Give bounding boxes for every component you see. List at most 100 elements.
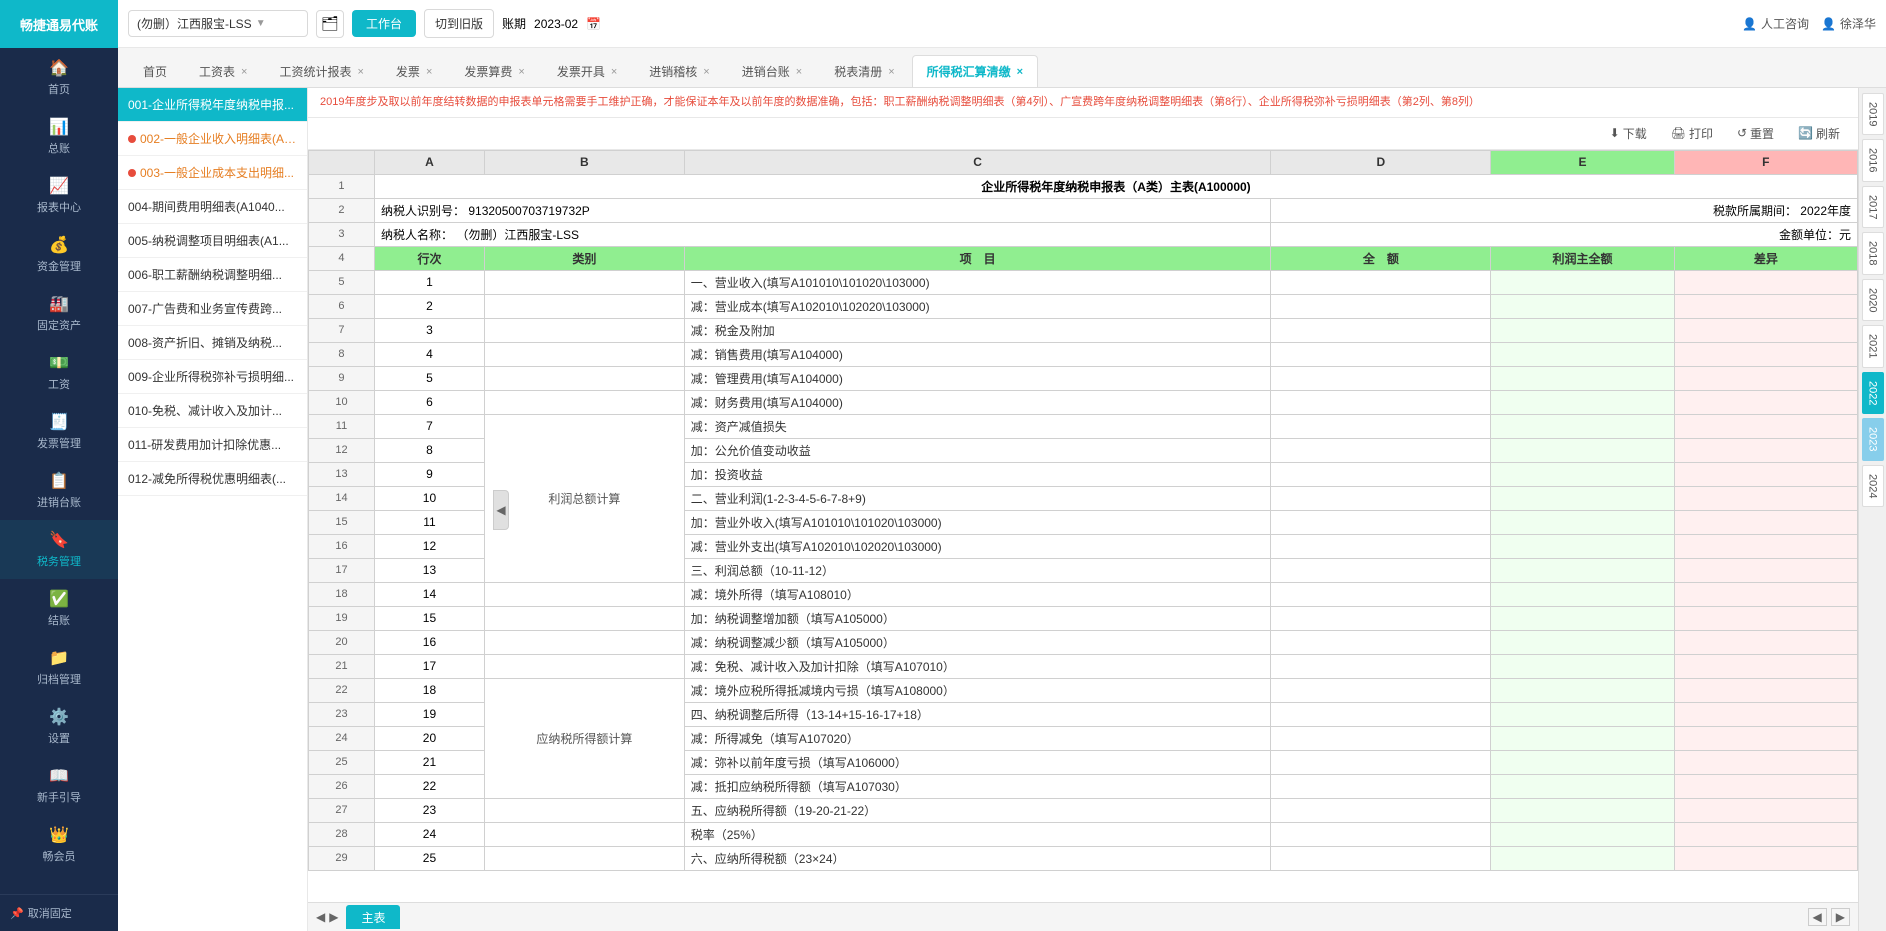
sidebar-item-purchase[interactable]: 📋 进销台账 [0,461,118,520]
tab-home[interactable]: 首页 [128,55,182,87]
tab-purchase-ledger-close[interactable]: × [796,66,802,78]
report-list-item-005[interactable]: 005-纳税调整项目明细表(A1... [118,224,307,258]
sidebar-item-home[interactable]: 🏠 首页 [0,48,118,107]
spreadsheet[interactable]: A B C D E F 1 企业所得税年度纳税申报表（A类）主表(A100000… [308,150,1858,903]
prev-sheet-btn[interactable]: ◀ [316,910,325,924]
tab-invoice[interactable]: 发票 × [381,55,447,87]
tab-payroll-report-close[interactable]: × [357,66,363,78]
sidebar-item-member[interactable]: 👑 畅会员 [0,815,118,874]
sidebar-item-ledger[interactable]: 📊 总账 [0,107,118,166]
report-list-item-010[interactable]: 010-免税、减计收入及加计... [118,394,307,428]
sidebar-footer[interactable]: 📌 取消固定 [0,894,118,931]
tab-income-tax[interactable]: 所得税汇算清缴 × [912,55,1038,87]
year-item-2024[interactable]: 2024 [1862,465,1884,507]
switch-version-button[interactable]: 切到旧版 [424,9,494,38]
purchase-icon: 📋 [49,471,69,491]
col-d-header: D [1271,150,1491,174]
service-btn[interactable]: 👤 人工咨询 [1742,15,1809,32]
tab-payroll-report[interactable]: 工资统计报表 × [264,55,378,87]
taxpayer-name-value: （勿删）江西服宝-LSS [456,228,579,242]
report-list-item-008[interactable]: 008-资产折旧、摊销及纳税... [118,326,307,360]
invoice-icon: 🧾 [49,412,69,432]
service-icon: 👤 [1742,17,1757,31]
tab-payroll[interactable]: 工资表 × [184,55,262,87]
sheet-tab-main[interactable]: 主表 [346,905,400,929]
settings-icon: ⚙️ [49,707,69,727]
sidebar-item-reports[interactable]: 📈 报表中心 [0,166,118,225]
refresh-button[interactable]: 🔄 刷新 [1792,122,1846,145]
topbar-right: 👤 人工咨询 👤 徐泽华 [1742,15,1876,32]
print-button[interactable]: 🖨 打印 [1665,122,1719,145]
tab-tax-list[interactable]: 税表清册 × [819,55,909,87]
company-icon-btn[interactable]: 🗂 [316,10,344,38]
tax-icon: 🔖 [49,530,69,550]
sheet-row-20: 20 16 减：纳税调整减少额（填写A105000） [309,630,1858,654]
sheet-row-9: 9 5 减：管理费用(填写A104000) [309,366,1858,390]
sheet-table: A B C D E F 1 企业所得税年度纳税申报表（A类）主表(A100000… [308,150,1858,871]
tab-invoice-issue[interactable]: 发票开具 × [542,55,632,87]
report-list-item-002[interactable]: 002-一般企业收入明细表(A1... [118,122,307,156]
company-dropdown-arrow: ▼ [256,18,266,29]
reset-button[interactable]: ↺ 重置 [1731,122,1780,145]
tab-purchase-check-close[interactable]: × [703,66,709,78]
sidebar-item-settings[interactable]: ⚙️ 设置 [0,697,118,756]
tab-invoice-calc-close[interactable]: × [518,66,524,78]
col-a-header: A [374,150,484,174]
year-item-2019[interactable]: 2019 [1862,93,1884,135]
report-list-item-004[interactable]: 004-期间费用明细表(A1040... [118,190,307,224]
collapse-button[interactable]: ◀ [493,490,509,530]
next-sheet-btn[interactable]: ▶ [329,910,338,924]
sidebar-item-fixed[interactable]: 🏭 固定资产 [0,284,118,343]
scroll-right-btn[interactable]: ▶ [1831,908,1850,926]
report-list-item-009[interactable]: 009-企业所得税弥补亏损明细... [118,360,307,394]
tab-payroll-close[interactable]: × [241,66,247,78]
user-profile[interactable]: 👤 徐泽华 [1821,15,1876,32]
calendar-icon[interactable]: 📅 [586,17,601,31]
service-label: 人工咨询 [1761,15,1809,32]
year-item-2017[interactable]: 2017 [1862,186,1884,228]
year-item-2016[interactable]: 2016 [1862,139,1884,181]
year-item-2020[interactable]: 2020 [1862,279,1884,321]
year-item-2021[interactable]: 2021 [1862,325,1884,367]
company-detail-icon: 🗂 [321,15,339,32]
period-label: 账期 [502,15,526,32]
tab-invoice-close[interactable]: × [426,66,432,78]
tab-purchase-check[interactable]: 进销稽核 × [634,55,724,87]
tab-income-tax-close[interactable]: × [1017,66,1023,78]
tab-payroll-label: 工资表 [199,63,235,80]
download-button[interactable]: ⬇ 下载 [1604,122,1653,145]
sidebar-item-close[interactable]: ✅ 结账 [0,579,118,638]
year-item-2022[interactable]: 2022 [1862,372,1884,414]
year-item-2018[interactable]: 2018 [1862,232,1884,274]
company-select[interactable]: (勿删）江西服宝-LSS ▼ [128,10,308,37]
report-list-item-006[interactable]: 006-职工薪酬纳税调整明细... [118,258,307,292]
sidebar-item-payroll[interactable]: 💵 工资 [0,343,118,402]
report-list-item-012[interactable]: 012-减免所得税优惠明细表(... [118,462,307,496]
username-label: 徐泽华 [1840,15,1876,32]
sidebar-item-archive[interactable]: 📁 归档管理 [0,638,118,697]
print-label: 打印 [1689,125,1713,142]
sidebar-item-tax[interactable]: 🔖 税务管理 [0,520,118,579]
report-list-item-007[interactable]: 007-广告费和业务宣传费跨... [118,292,307,326]
sheet-bottom-tabs: ◀ ▶ 主表 ◀ ▶ [308,902,1858,931]
tab-invoice-calc[interactable]: 发票算费 × [449,55,539,87]
sidebar-item-assets[interactable]: 💰 资金管理 [0,225,118,284]
sidebar-label-invoice: 发票管理 [37,435,81,451]
tab-invoice-issue-close[interactable]: × [611,66,617,78]
taxpayer-id-cell: 纳税人识别号： 91320500703719732P [374,198,1270,222]
app-logo: 畅捷通易代账 [0,0,118,48]
sidebar-item-invoice[interactable]: 🧾 发票管理 [0,402,118,461]
fixed-icon: 🏭 [49,294,69,314]
sidebar-footer-label: 取消固定 [28,905,72,921]
tab-purchase-ledger[interactable]: 进销台账 × [727,55,817,87]
sidebar-label-guide: 新手引导 [37,789,81,805]
scroll-left-btn[interactable]: ◀ [1808,908,1827,926]
report-list-item-003[interactable]: 003-一般企业成本支出明细... [118,156,307,190]
report-list-item-011[interactable]: 011-研发费用加计扣除优惠... [118,428,307,462]
currency-cell: 金额单位：元 [1271,222,1858,246]
sidebar-item-guide[interactable]: 📖 新手引导 [0,756,118,815]
report-list-item-001[interactable]: 001-企业所得税年度纳税申报... [118,88,307,122]
workbench-button[interactable]: 工作台 [352,10,416,37]
year-item-2023[interactable]: 2023 [1862,418,1884,460]
tab-tax-list-close[interactable]: × [888,66,894,78]
